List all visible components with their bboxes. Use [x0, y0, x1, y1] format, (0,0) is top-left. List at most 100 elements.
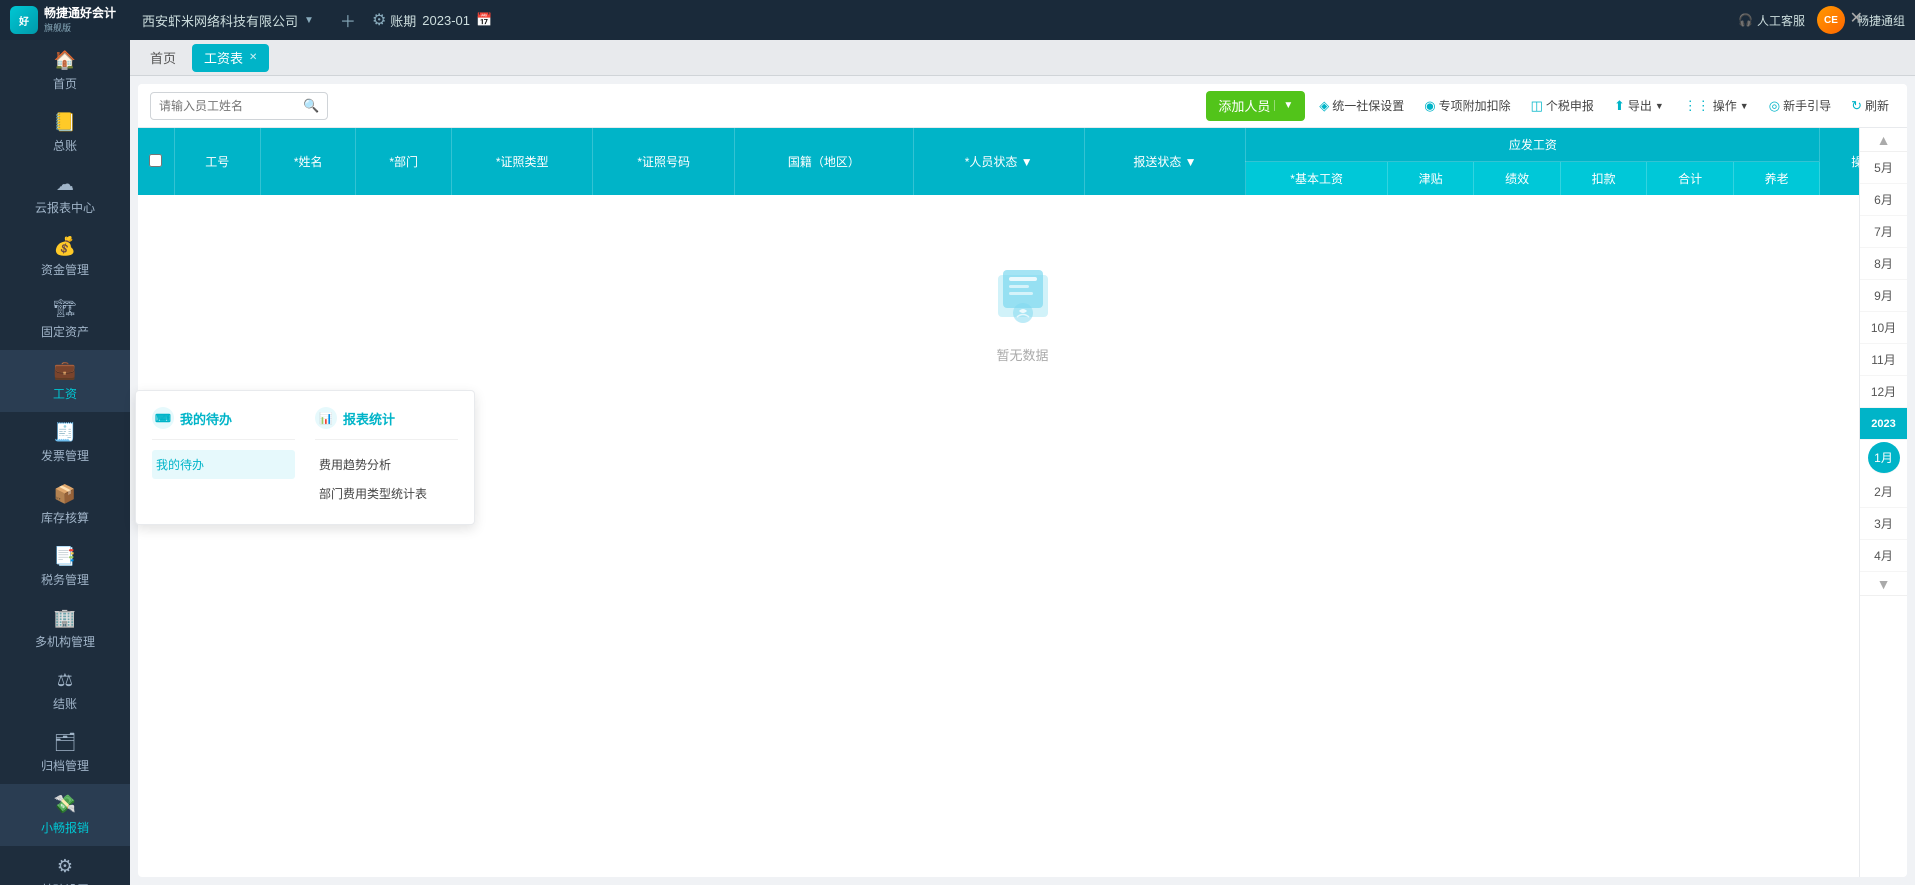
- report-col-header: 📊 报表统计: [315, 407, 458, 440]
- sidebar-item-settle[interactable]: ⚖ 结账: [0, 660, 130, 722]
- sidebar-label-invoice: 发票管理: [41, 447, 89, 464]
- report-col-title: 报表统计: [343, 409, 395, 428]
- th-salary-group: 应发工资: [1246, 128, 1820, 162]
- operation-action[interactable]: ⋮⋮ 操作 ▼: [1678, 97, 1755, 114]
- th-person-status: *人员状态 ▼: [913, 128, 1084, 195]
- dropdown-col-pending: ⌨ 我的待办 我的待办: [152, 407, 295, 508]
- month-5[interactable]: 5月: [1860, 152, 1907, 184]
- settle-icon: ⚖: [57, 670, 73, 691]
- month-12[interactable]: 12月: [1860, 376, 1907, 408]
- th-id-type: *证照类型: [451, 128, 593, 195]
- sidebar-label-archive: 归档管理: [41, 757, 89, 774]
- multi-icon: 🏢: [54, 608, 76, 629]
- export-icon: ⬆: [1614, 98, 1625, 114]
- pending-col-title: 我的待办: [180, 409, 232, 428]
- month-4[interactable]: 4月: [1860, 540, 1907, 572]
- tax-report-action[interactable]: ◫ 个税申报: [1525, 97, 1600, 114]
- ledger-icon: 📒: [54, 112, 76, 133]
- sidebar-item-archive[interactable]: 🗂 归档管理: [0, 722, 130, 784]
- month-2[interactable]: 2月: [1860, 476, 1907, 508]
- sidebar-label-salary: 工资: [53, 385, 77, 402]
- tab-home[interactable]: 首页: [138, 44, 188, 72]
- month-11[interactable]: 11月: [1860, 344, 1907, 376]
- select-all-checkbox[interactable]: [149, 154, 162, 167]
- sidebar-label-inventory: 库存核算: [41, 509, 89, 526]
- logo-area: 好 畅捷通好会计 旗舰版: [10, 6, 130, 34]
- month-up-button[interactable]: ▲: [1860, 128, 1907, 152]
- sidebar-item-ledger[interactable]: 📒 总账: [0, 102, 130, 164]
- add-person-button[interactable]: 添加人员 ▼: [1206, 91, 1305, 121]
- add-dropdown-arrow[interactable]: ▼: [1274, 100, 1293, 111]
- tab-close-icon[interactable]: ✕: [249, 52, 257, 63]
- sidebar-item-home[interactable]: 🏠 首页: [0, 40, 130, 102]
- sidebar-item-cloud[interactable]: ☁ 云报表中心: [0, 164, 130, 226]
- sidebar-item-basic[interactable]: ⚙ 基础设置: [0, 846, 130, 885]
- export-action[interactable]: ⬆ 导出 ▼: [1608, 97, 1670, 114]
- th-bonus: 津贴: [1387, 162, 1474, 196]
- chevron-down-icon: ▼: [304, 15, 314, 26]
- tab-home-label: 首页: [150, 48, 176, 67]
- search-input[interactable]: [159, 99, 299, 113]
- invoice-icon: 🧾: [54, 422, 76, 443]
- operation-label: 操作: [1713, 97, 1737, 114]
- th-performance: 绩效: [1474, 162, 1561, 196]
- sidebar-item-multi[interactable]: 🏢 多机构管理: [0, 598, 130, 660]
- customer-service-button[interactable]: 🎧 人工客服: [1738, 12, 1805, 29]
- tab-bar: 首页 工资表 ✕ ✕: [130, 40, 1915, 76]
- refresh-action[interactable]: ↻ 刷新: [1845, 97, 1895, 114]
- new-guide-icon: ◎: [1769, 98, 1780, 114]
- th-id-no: *证照号码: [593, 128, 735, 195]
- header-right: 🎧 人工客服 CE 畅捷通组: [1738, 6, 1905, 34]
- pending-col-header: ⌨ 我的待办: [152, 407, 295, 440]
- month-10[interactable]: 10月: [1860, 312, 1907, 344]
- social-security-label: 统一社保设置: [1332, 97, 1404, 114]
- sidebar-item-asset[interactable]: 🏗 固定资产: [0, 288, 130, 350]
- sidebar-label-fund: 资金管理: [41, 261, 89, 278]
- sidebar-item-tax[interactable]: 📑 税务管理: [0, 536, 130, 598]
- new-guide-label: 新手引导: [1783, 97, 1831, 114]
- search-wrap: 🔍: [150, 92, 328, 120]
- report-col-icon: 📊: [315, 407, 337, 429]
- month-9[interactable]: 9月: [1860, 280, 1907, 312]
- sidebar-item-xiaochang[interactable]: 💸 小畅报销: [0, 784, 130, 846]
- add-button[interactable]: ＋: [336, 6, 360, 34]
- new-guide-action[interactable]: ◎ 新手引导: [1763, 97, 1837, 114]
- sidebar-label-asset: 固定资产: [41, 323, 89, 340]
- sidebar-label-home: 首页: [53, 75, 77, 92]
- social-security-icon: ◈: [1319, 98, 1329, 114]
- calendar-icon[interactable]: 📅: [476, 12, 492, 28]
- archive-icon: 🗂: [54, 732, 77, 753]
- sidebar-label-cloud: 云报表中心: [35, 199, 95, 216]
- sidebar-item-invoice[interactable]: 🧾 发票管理: [0, 412, 130, 474]
- sidebar-item-salary[interactable]: 💼 工资: [0, 350, 130, 412]
- month-7[interactable]: 7月: [1860, 216, 1907, 248]
- month-6[interactable]: 6月: [1860, 184, 1907, 216]
- social-security-action[interactable]: ◈ 统一社保设置: [1313, 97, 1410, 114]
- th-checkbox[interactable]: [138, 128, 174, 195]
- period-label: 账期: [390, 11, 416, 30]
- dropdown-item-dept-cost[interactable]: 部门费用类型统计表: [315, 479, 458, 508]
- top-header: 好 畅捷通好会计 旗舰版 西安虾米网络科技有限公司 ▼ ＋ ⚙ 账期 2023-…: [0, 0, 1915, 40]
- sidebar-label-ledger: 总账: [53, 137, 77, 154]
- month-8[interactable]: 8月: [1860, 248, 1907, 280]
- tab-salary-sheet[interactable]: 工资表 ✕: [192, 44, 269, 72]
- settings-icon[interactable]: ⚙: [368, 8, 390, 32]
- add-person-label: 添加人员: [1218, 96, 1270, 115]
- app-edition: 旗舰版: [44, 21, 116, 34]
- refresh-label: 刷新: [1865, 97, 1889, 114]
- month-1[interactable]: 1月: [1868, 442, 1900, 474]
- sidebar-label-xiaochang: 小畅报销: [41, 819, 89, 836]
- month-3[interactable]: 3月: [1860, 508, 1907, 540]
- th-total: 合计: [1647, 162, 1734, 196]
- special-deduct-action[interactable]: ◉ 专项附加扣除: [1418, 97, 1516, 114]
- tax-report-icon: ◫: [1531, 98, 1543, 114]
- month-down-button[interactable]: ▼: [1860, 572, 1907, 596]
- dropdown-item-my-pending[interactable]: 我的待办: [152, 450, 295, 479]
- basic-icon: ⚙: [57, 856, 73, 877]
- sidebar-label-multi: 多机构管理: [35, 633, 95, 650]
- company-selector[interactable]: 西安虾米网络科技有限公司 ▼: [130, 11, 326, 30]
- dropdown-item-cost-trend[interactable]: 费用趋势分析: [315, 450, 458, 479]
- sidebar-item-fund[interactable]: 💰 资金管理: [0, 226, 130, 288]
- period-value: 2023-01: [422, 13, 470, 28]
- sidebar-item-inventory[interactable]: 📦 库存核算: [0, 474, 130, 536]
